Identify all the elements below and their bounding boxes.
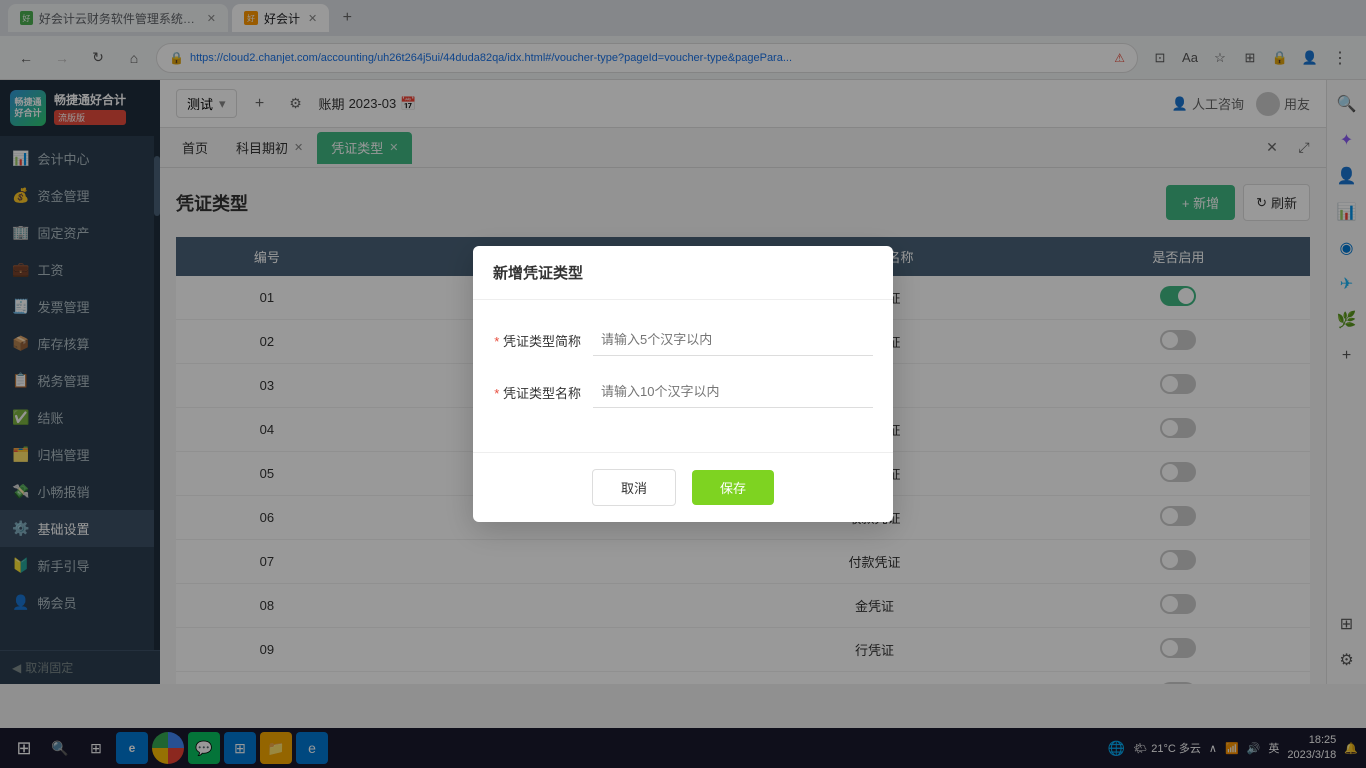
form-row-full: * 凭证类型名称 — [493, 376, 873, 408]
full-name-input[interactable] — [593, 376, 873, 408]
short-name-label: * 凭证类型简称 — [493, 331, 593, 350]
form-row-short: * 凭证类型简称 — [493, 324, 873, 356]
full-name-label: * 凭证类型名称 — [493, 383, 593, 402]
modal-overlay: 新增凭证类型 * 凭证类型简称 * 凭证类型名称 取消 保存 — [0, 0, 1366, 768]
short-name-input[interactable] — [593, 324, 873, 356]
modal-title: 新增凭证类型 — [493, 262, 583, 283]
modal-header: 新增凭证类型 — [473, 246, 893, 300]
modal-dialog: 新增凭证类型 * 凭证类型简称 * 凭证类型名称 取消 保存 — [473, 246, 893, 522]
required-star-1: * — [494, 334, 499, 349]
required-star-2: * — [494, 386, 499, 401]
modal-footer: 取消 保存 — [473, 452, 893, 522]
save-button[interactable]: 保存 — [692, 470, 774, 505]
cancel-button[interactable]: 取消 — [592, 469, 676, 506]
short-name-label-text: 凭证类型简称 — [503, 334, 581, 349]
modal-body: * 凭证类型简称 * 凭证类型名称 — [473, 300, 893, 452]
full-name-label-text: 凭证类型名称 — [503, 386, 581, 401]
